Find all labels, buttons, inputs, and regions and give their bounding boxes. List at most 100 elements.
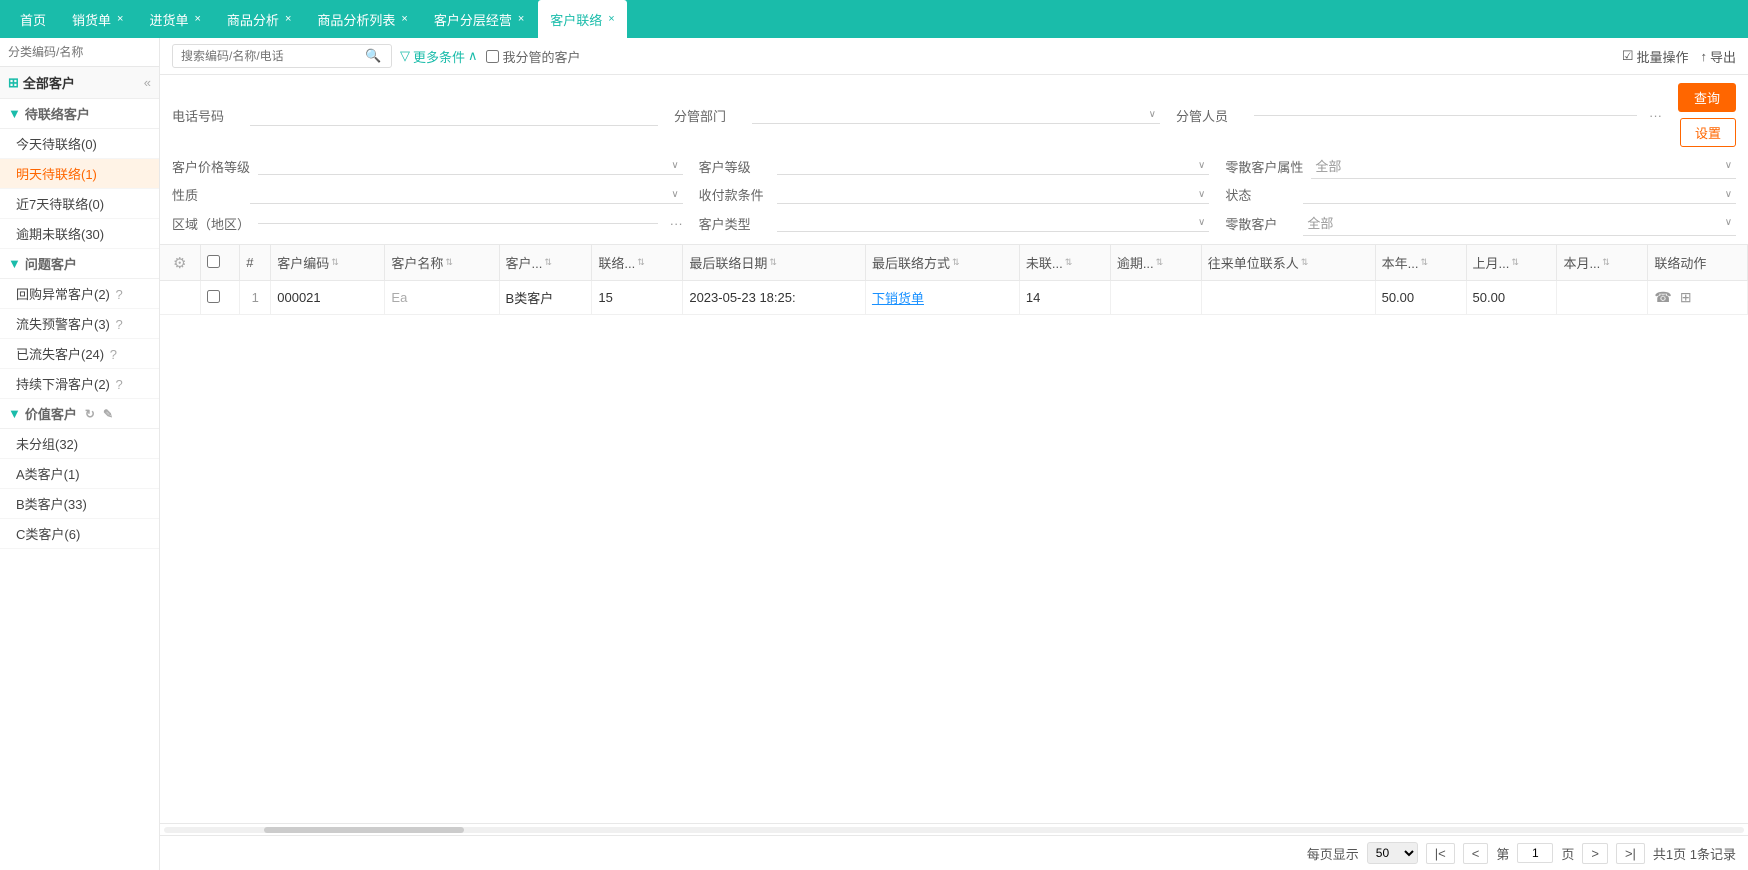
sidebar-item-repurchase-abnormal[interactable]: 回购异常客户(2) ?	[0, 279, 159, 309]
last-page-btn[interactable]: >|	[1616, 843, 1645, 864]
filter-label-dept: 分管部门	[674, 106, 744, 125]
col-last-date[interactable]: 最后联络日期⇅	[683, 245, 866, 281]
nav-sales[interactable]: 销货单 ×	[60, 0, 135, 38]
more-filter-btn[interactable]: ▽ 更多条件 ∧	[400, 47, 478, 66]
filter-select-dept[interactable]: ∨	[752, 106, 1160, 124]
sidebar-item-today-pending[interactable]: 今天待联络(0)	[0, 129, 159, 159]
filter-select-retail-customer[interactable]: 全部 ∨	[1303, 210, 1736, 236]
more-action-icon[interactable]: ⊞	[1680, 289, 1692, 306]
export-btn[interactable]: ↑ 导出	[1700, 47, 1736, 66]
filter-dots-region[interactable]: ···	[670, 216, 683, 231]
filter-select-nature[interactable]: ∨	[250, 186, 683, 204]
col-type[interactable]: 客户...⇅	[499, 245, 592, 281]
col-gear[interactable]: ⚙	[160, 245, 200, 281]
question-icon-3: ?	[116, 377, 123, 392]
scrollbar-thumb[interactable]	[264, 827, 464, 833]
search-icon[interactable]: 🔍	[365, 48, 381, 64]
page-number-input[interactable]	[1517, 843, 1553, 863]
sort-icon-last-month: ⇅	[1511, 257, 1519, 268]
col-last-month[interactable]: 上月...⇅	[1466, 245, 1557, 281]
all-customers-header[interactable]: ⊞ 全部客户 «	[0, 67, 159, 99]
sidebar-search-input[interactable]	[8, 45, 160, 59]
search-input[interactable]	[181, 49, 361, 63]
my-customers-checkbox[interactable]	[486, 50, 499, 63]
batch-ops-btn[interactable]: ☑ 批量操作	[1622, 47, 1689, 66]
col-past-contacts[interactable]: 往来单位联系人⇅	[1201, 245, 1375, 281]
filter-input-phone[interactable]	[250, 105, 658, 126]
close-analysis-icon[interactable]: ×	[285, 13, 291, 25]
col-uncontacted[interactable]: 未联...⇅	[1019, 245, 1110, 281]
sidebar-item-b-class[interactable]: B类客户(33)	[0, 489, 159, 519]
collapse-icon[interactable]: «	[144, 75, 151, 90]
nav-purchase[interactable]: 进货单 ×	[137, 0, 212, 38]
sidebar-item-ungrouped[interactable]: 未分组(32)	[0, 429, 159, 459]
content-area: 🔍 ▽ 更多条件 ∧ 我分管的客户 ☑ 批量操作 ↑ 导出	[160, 38, 1748, 870]
query-button[interactable]: 查询	[1678, 83, 1736, 112]
next-page-btn[interactable]: >	[1582, 843, 1608, 864]
sidebar-item-a-class[interactable]: A类客户(1)	[0, 459, 159, 489]
col-this-year[interactable]: 本年...⇅	[1375, 245, 1466, 281]
col-this-month[interactable]: 本月...⇅	[1557, 245, 1648, 281]
chevron-down-retail-customer: ∨	[1725, 217, 1732, 228]
problem-group-title[interactable]: ▼ 问题客户	[0, 249, 159, 279]
value-group-title[interactable]: ▼ 价值客户 ↻ ✎	[0, 399, 159, 429]
select-all-checkbox[interactable]	[207, 255, 220, 268]
filter-label-region: 区域（地区）	[172, 214, 250, 233]
filter-cell-nature: 性质 ∨	[172, 185, 683, 204]
sidebar-item-c-class[interactable]: C类客户(6)	[0, 519, 159, 549]
nav-customer-tier[interactable]: 客户分层经营 ×	[422, 0, 536, 38]
prev-page-btn[interactable]: <	[1463, 843, 1489, 864]
edit-icon[interactable]: ✎	[103, 407, 113, 421]
filter-select-retail-attr[interactable]: 全部 ∨	[1311, 153, 1736, 179]
close-customer-tier-icon[interactable]: ×	[518, 13, 524, 25]
sidebar-item-week-pending[interactable]: 近7天待联络(0)	[0, 189, 159, 219]
close-sales-icon[interactable]: ×	[117, 13, 123, 25]
close-analysis-list-icon[interactable]: ×	[401, 13, 407, 25]
filter-panel: 电话号码 分管部门 ∨ 分管人员 ··· 查询 设置	[160, 75, 1748, 245]
gear-icon[interactable]: ⚙	[173, 255, 186, 272]
row-checkbox[interactable]	[207, 290, 220, 303]
filter-row-2: 客户价格等级 ∨ 客户等级 ∨ 零散客户属性 全部	[172, 153, 1736, 179]
chevron-down-retail-attr: ∨	[1725, 160, 1732, 171]
col-contacts[interactable]: 联络...⇅	[592, 245, 683, 281]
sidebar-item-tomorrow-pending[interactable]: 明天待联络(1)	[0, 159, 159, 189]
refresh-icon[interactable]: ↻	[85, 407, 95, 421]
chevron-down-dept: ∨	[1149, 109, 1156, 120]
sidebar-item-declining[interactable]: 持续下滑客户(2) ?	[0, 369, 159, 399]
nav-analysis-list[interactable]: 商品分析列表 ×	[305, 0, 419, 38]
col-overdue[interactable]: 逾期...⇅	[1110, 245, 1201, 281]
nav-customer-contact[interactable]: 客户联络 ×	[538, 0, 626, 38]
filter-select-customer-type[interactable]: ∨	[777, 214, 1210, 232]
sidebar-item-overdue-pending[interactable]: 逾期未联络(30)	[0, 219, 159, 249]
filter-dots-person[interactable]: ···	[1649, 108, 1662, 123]
filter-select-customer-level[interactable]: ∨	[777, 157, 1210, 175]
sidebar-item-churn-warning[interactable]: 流失预警客户(3) ?	[0, 309, 159, 339]
pending-group-title[interactable]: ▼ 待联络客户	[0, 99, 159, 129]
filter-cell-dept: 分管部门 ∨	[674, 106, 1160, 125]
filter-select-status[interactable]: ∨	[1303, 186, 1736, 204]
col-last-method[interactable]: 最后联络方式⇅	[865, 245, 1019, 281]
close-purchase-icon[interactable]: ×	[194, 13, 200, 25]
nav-analysis[interactable]: 商品分析 ×	[215, 0, 303, 38]
page-size-select[interactable]: 50 100	[1367, 842, 1418, 864]
grid-icon: ⊞	[8, 75, 19, 91]
filter-cell-status: 状态 ∨	[1225, 185, 1736, 204]
filter-select-payment[interactable]: ∨	[777, 186, 1210, 204]
sidebar: 🔍 ⊞ 全部客户 « ▼ 待联络客户 今天待联络(0) 明天待联络(1) 近7天…	[0, 38, 160, 870]
filter-cell-region: 区域（地区） ···	[172, 214, 683, 233]
nav-home[interactable]: 首页	[8, 0, 58, 38]
settings-button[interactable]: 设置	[1680, 118, 1736, 147]
first-page-btn[interactable]: |<	[1426, 843, 1455, 864]
filter-select-price-level[interactable]: ∨	[258, 157, 683, 175]
sort-icon-last-date: ⇅	[769, 257, 777, 268]
col-code[interactable]: 客户编码⇅	[271, 245, 385, 281]
close-customer-contact-icon[interactable]: ×	[608, 13, 614, 25]
sidebar-item-churned[interactable]: 已流失客户(24) ?	[0, 339, 159, 369]
sort-icon-last-method: ⇅	[952, 257, 960, 268]
filter-row-3: 性质 ∨ 收付款条件 ∨ 状态	[172, 185, 1736, 204]
horizontal-scrollbar[interactable]	[160, 823, 1748, 835]
contact-action-icon[interactable]: ☎	[1654, 289, 1671, 306]
col-name[interactable]: 客户名称⇅	[385, 245, 499, 281]
last-contact-method-link[interactable]: 下销货单	[872, 291, 924, 306]
chevron-down-customer-level: ∨	[1198, 160, 1205, 171]
